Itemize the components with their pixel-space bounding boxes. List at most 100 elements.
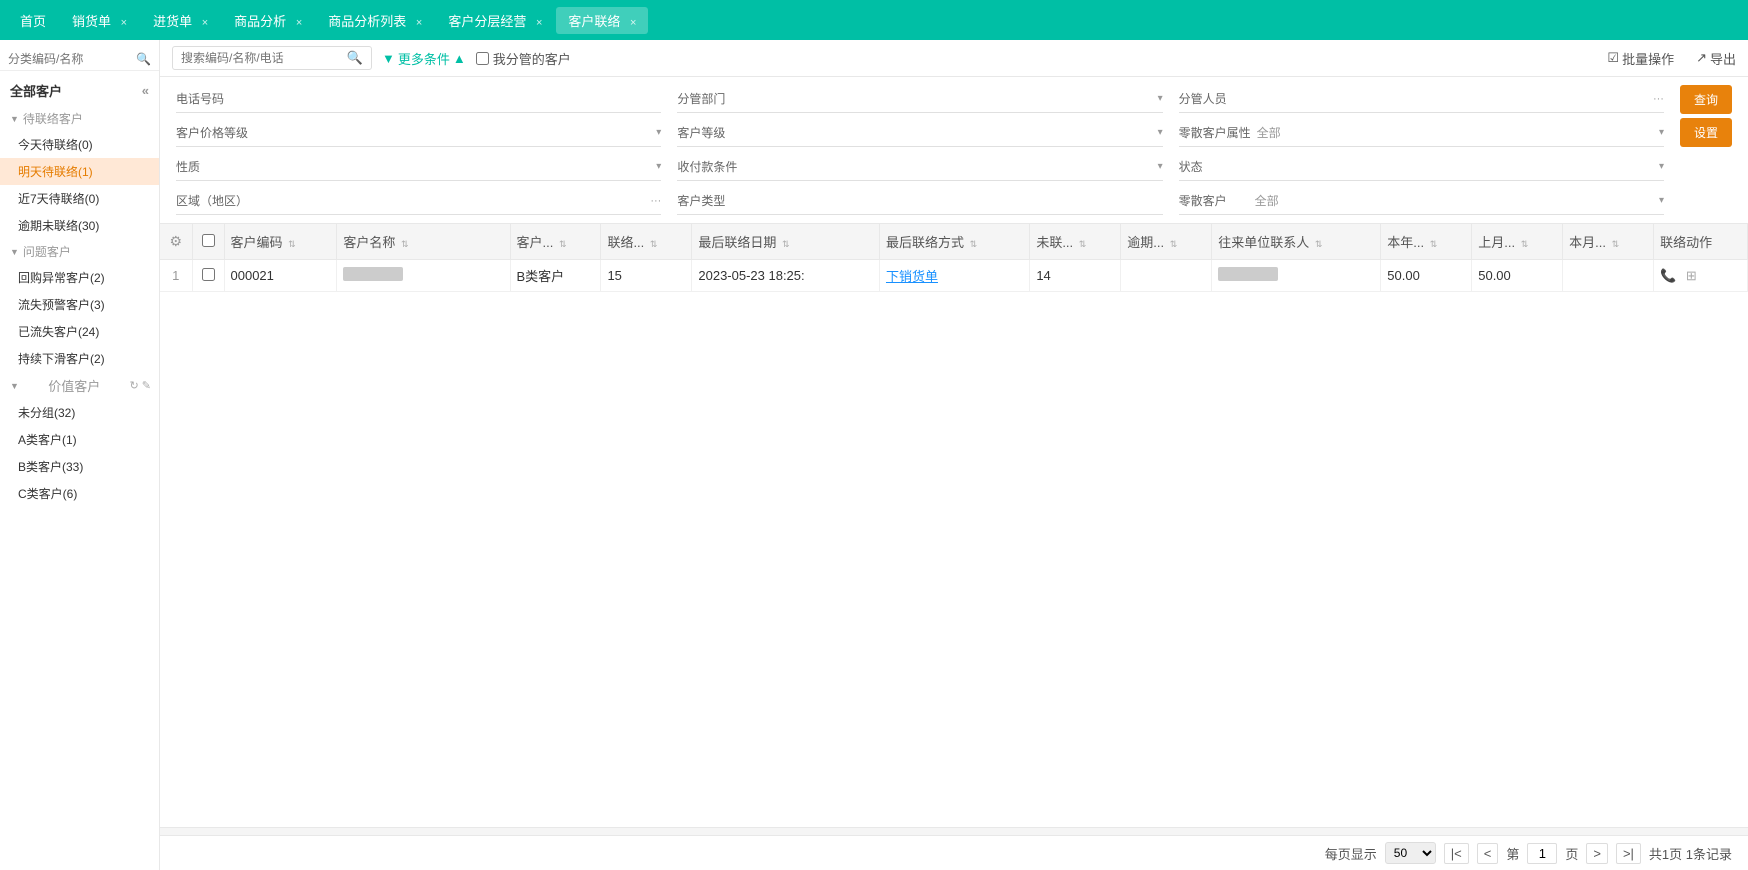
sort-last-month-icon[interactable]: ⇅ [1521,239,1529,249]
more-filter-btn[interactable]: ▼ 更多条件 ▲ [382,49,466,68]
th-last-method: 最后联络方式 ⇅ [879,224,1029,260]
table-header-row: ⚙ 客户编码 ⇅ 客户名称 ⇅ [160,224,1748,260]
nav-purchase[interactable]: 进货单 × [141,7,220,34]
retail-customer-arrow-icon[interactable]: ▾ [1659,195,1664,206]
sort-type-icon[interactable]: ⇅ [559,239,567,249]
sidebar-class-b[interactable]: B类客户(33) [0,453,159,480]
action-phone-icon[interactable]: 📞 [1660,268,1676,283]
dept-arrow-icon[interactable]: ▾ [1158,93,1163,104]
nav-customer-contact[interactable]: 客户联络 × [556,7,648,34]
sort-overdue-icon[interactable]: ⇅ [1170,239,1178,249]
close-sales-icon[interactable]: × [121,17,127,29]
sort-year-icon[interactable]: ⇅ [1430,239,1438,249]
sidebar-all-customers[interactable]: 全部客户 « [0,75,159,106]
filter-price-level: 客户价格等级 ▾ [176,119,661,147]
collapse-icon[interactable]: « [142,83,149,98]
last-page-btn[interactable]: >| [1616,843,1641,864]
filter-area: 电话号码 分管部门 ▾ 分管人员 ··· [160,77,1748,224]
nav-sales[interactable]: 销货单 × [60,7,139,34]
close-product-list-icon[interactable]: × [416,17,422,29]
filter-dept: 分管部门 ▾ [677,85,1162,113]
sidebar-problem-group: 问题客户 [0,239,159,264]
th-code: 客户编码 ⇅ [224,224,337,260]
last-method-link[interactable]: 下销货单 [886,269,938,284]
sort-no-contact-icon[interactable]: ⇅ [1079,239,1087,249]
main-search-input[interactable] [181,51,343,65]
sort-method-icon[interactable]: ⇅ [970,239,978,249]
nav-home[interactable]: 首页 [8,7,58,34]
batch-op-btn[interactable]: ☑ 批量操作 [1607,49,1674,68]
sidebar-tomorrow-contact[interactable]: 明天待联络(1) [0,158,159,185]
retail-attr-arrow-icon[interactable]: ▾ [1659,127,1664,138]
close-customer-tier-icon[interactable]: × [536,17,542,29]
sidebar: 🔍 全部客户 « 待联络客户 今天待联络(0) 明天待联络(1) 近7天待联络(… [0,40,160,870]
pagination: 每页显示 50 10 20 100 |< < 第 页 > >| 共1页 1条记录 [160,835,1748,870]
nav-product-analysis[interactable]: 商品分析 × [222,7,314,34]
td-last-method: 下销货单 [879,260,1029,292]
customer-level-arrow-icon[interactable]: ▾ [1158,127,1163,138]
value-group-icons[interactable]: ↻ ✎ [130,379,152,392]
sort-person-icon[interactable]: ⇅ [1315,239,1323,249]
sidebar-value-group: 价值客户 ↻ ✎ [0,372,159,399]
sidebar-ungrouped[interactable]: 未分组(32) [0,399,159,426]
set-button[interactable]: 设置 [1680,118,1732,147]
first-page-btn[interactable]: |< [1444,843,1469,864]
sidebar-repurchase-abnormal[interactable]: 回购异常客户(2) [0,264,159,291]
action-btns: 查询 设置 [1680,85,1732,147]
sort-name-icon[interactable]: ⇅ [401,239,409,249]
sidebar-search-icon[interactable]: 🔍 [136,52,151,66]
price-level-arrow-icon[interactable]: ▾ [656,127,661,138]
th-last-month-label: 上月... [1478,235,1515,250]
region-more-icon[interactable]: ··· [650,195,661,207]
nav-product-analysis-list[interactable]: 商品分析列表 × [316,7,434,34]
payment-arrow-icon[interactable]: ▾ [1158,161,1163,172]
query-button[interactable]: 查询 [1680,85,1732,114]
th-contact-count: 联络... ⇅ [601,224,692,260]
main-layout: 🔍 全部客户 « 待联络客户 今天待联络(0) 明天待联络(1) 近7天待联络(… [0,40,1748,870]
sidebar-class-a[interactable]: A类客户(1) [0,426,159,453]
sidebar-churned[interactable]: 已流失客户(24) [0,318,159,345]
td-last-month: 50.00 [1472,260,1563,292]
close-purchase-icon[interactable]: × [202,17,208,29]
gender-arrow-icon[interactable]: ▾ [656,161,661,172]
export-btn[interactable]: ↗ 导出 [1696,49,1736,68]
th-this-month-label: 本月... [1569,235,1606,250]
main-search-icon[interactable]: 🔍 [347,50,363,66]
gear-icon[interactable]: ⚙ [169,233,182,249]
status-arrow-icon[interactable]: ▾ [1659,161,1664,172]
close-customer-contact-icon[interactable]: × [630,17,636,29]
close-product-analysis-icon[interactable]: × [296,17,302,29]
sidebar-search-input[interactable] [8,52,136,66]
customer-name-blurred [343,267,403,281]
td-overdue [1121,260,1212,292]
filter-customer-level: 客户等级 ▾ [677,119,1162,147]
td-num: 1 [160,260,192,292]
sidebar-week-contact[interactable]: 近7天待联络(0) [0,185,159,212]
sidebar-churn-warning[interactable]: 流失预警客户(3) [0,291,159,318]
sidebar-declining[interactable]: 持续下滑客户(2) [0,345,159,372]
sort-code-icon[interactable]: ⇅ [288,239,296,249]
filter-status: 状态 ▾ [1179,153,1664,181]
th-name-label: 客户名称 [343,235,395,250]
nav-customer-tier[interactable]: 客户分层经营 × [436,7,554,34]
th-this-month: 本月... ⇅ [1563,224,1654,260]
sidebar-overdue-contact[interactable]: 逾期未联络(30) [0,212,159,239]
page-input[interactable] [1527,843,1557,864]
prev-page-btn[interactable]: < [1477,843,1499,864]
page-label: 第 [1506,844,1519,863]
action-more-icon[interactable]: ⊞ [1686,268,1697,283]
sort-contact-icon[interactable]: ⇅ [650,239,658,249]
row-checkbox[interactable] [202,268,215,281]
sort-date-icon[interactable]: ⇅ [782,239,790,249]
th-last-month: 上月... ⇅ [1472,224,1563,260]
scrollbar-area [160,827,1748,835]
next-page-btn[interactable]: > [1586,843,1608,864]
page-size-select[interactable]: 50 10 20 100 [1385,842,1436,864]
my-customers-checkbox[interactable] [476,52,489,65]
th-action: 联络动作 [1654,224,1748,260]
sidebar-today-contact[interactable]: 今天待联络(0) [0,131,159,158]
manager-more-icon[interactable]: ··· [1653,93,1664,105]
sidebar-class-c[interactable]: C类客户(6) [0,480,159,507]
select-all-checkbox[interactable] [202,234,215,247]
sort-this-month-icon[interactable]: ⇅ [1612,239,1620,249]
